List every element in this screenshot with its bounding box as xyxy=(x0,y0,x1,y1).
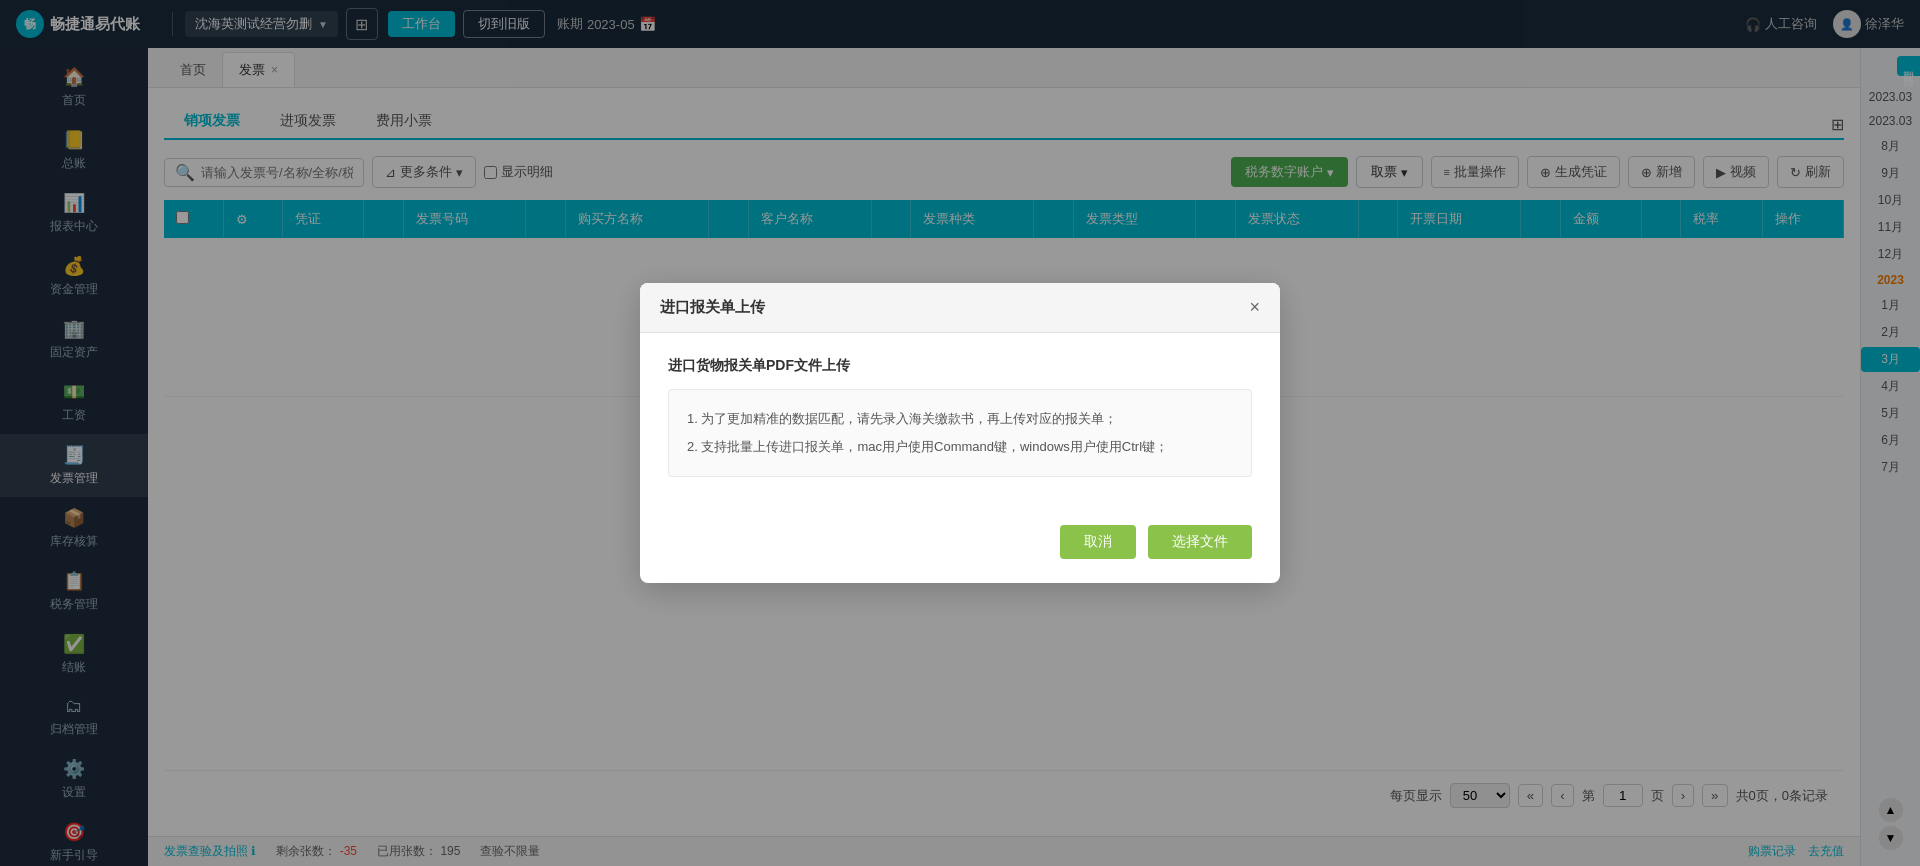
modal-overlay[interactable]: 进口报关单上传 × 进口货物报关单PDF文件上传 1. 为了更加精准的数据匹配，… xyxy=(0,0,1920,866)
modal-tip-1: 1. 为了更加精准的数据匹配，请先录入海关缴款书，再上传对应的报关单； xyxy=(687,406,1233,432)
modal-info-box: 1. 为了更加精准的数据匹配，请先录入海关缴款书，再上传对应的报关单； 2. 支… xyxy=(668,389,1252,477)
modal-body: 进口货物报关单PDF文件上传 1. 为了更加精准的数据匹配，请先录入海关缴款书，… xyxy=(640,333,1280,525)
modal-close-button[interactable]: × xyxy=(1249,297,1260,318)
modal-cancel-button[interactable]: 取消 xyxy=(1060,525,1136,559)
modal-header: 进口报关单上传 × xyxy=(640,283,1280,333)
modal-title: 进口报关单上传 xyxy=(660,298,765,317)
modal-select-file-button[interactable]: 选择文件 xyxy=(1148,525,1252,559)
modal-section-title: 进口货物报关单PDF文件上传 xyxy=(668,357,1252,375)
modal-footer: 取消 选择文件 xyxy=(640,525,1280,583)
import-modal: 进口报关单上传 × 进口货物报关单PDF文件上传 1. 为了更加精准的数据匹配，… xyxy=(640,283,1280,583)
modal-tip-2: 2. 支持批量上传进口报关单，mac用户使用Command键，windows用户… xyxy=(687,434,1233,460)
